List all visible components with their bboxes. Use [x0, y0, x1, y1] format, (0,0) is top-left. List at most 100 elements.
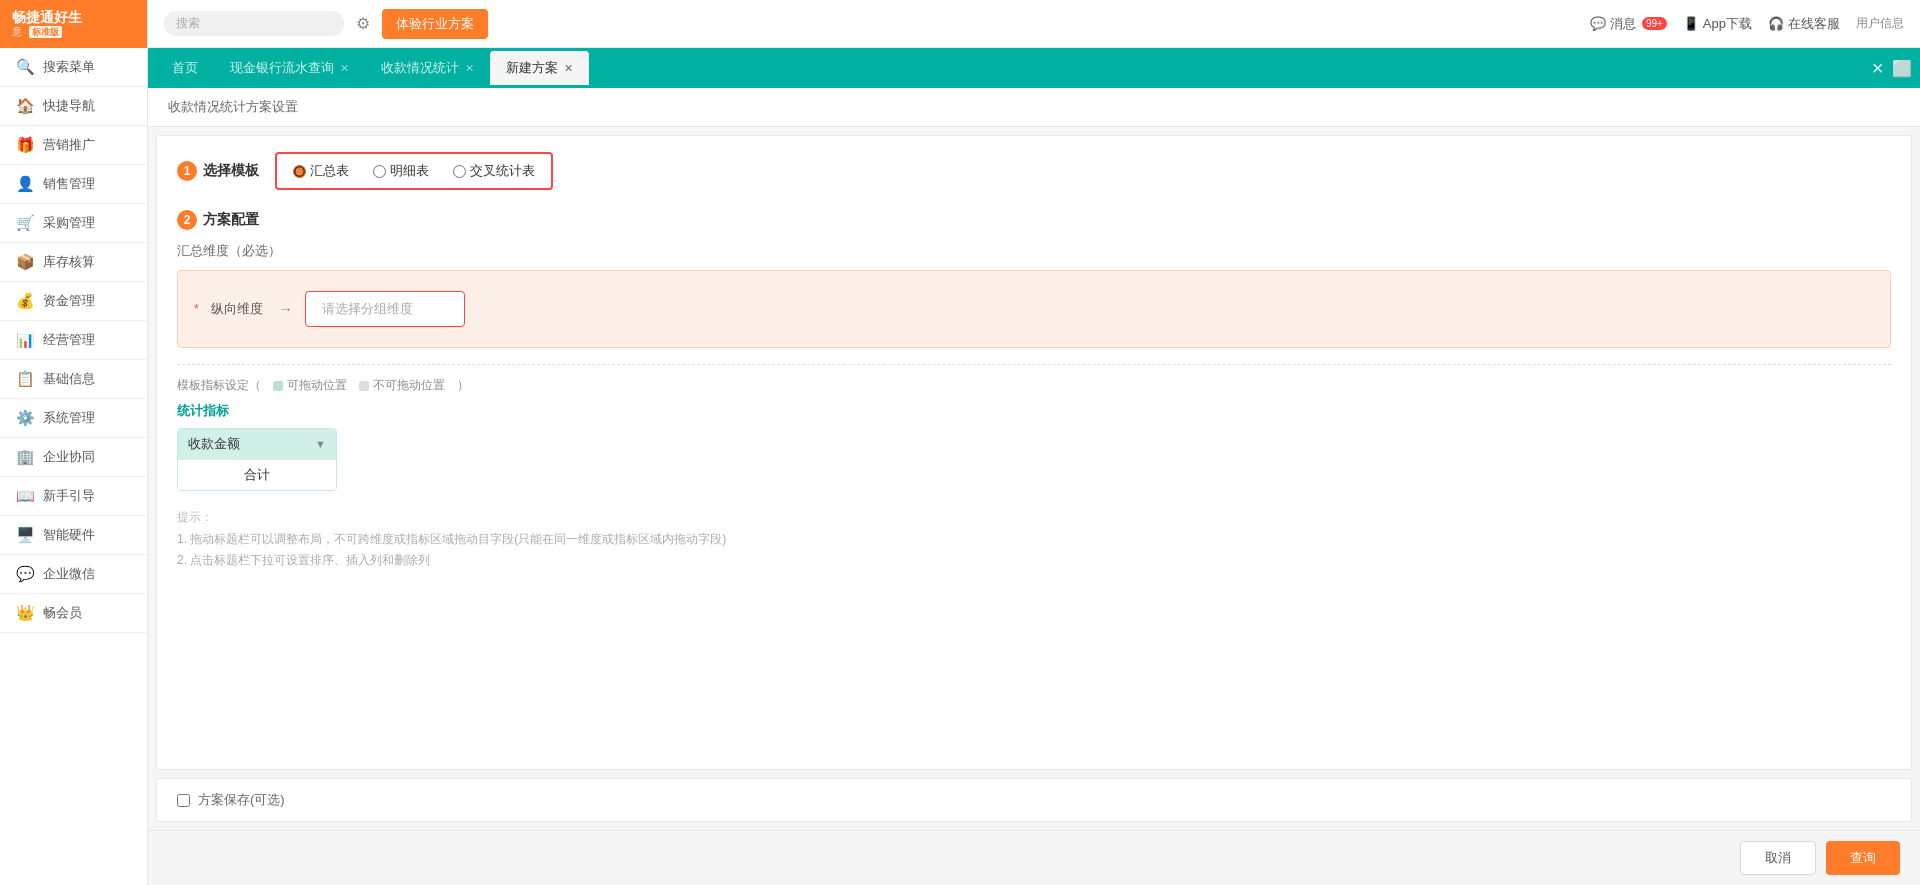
app-download-item[interactable]: 📱 App下载: [1683, 15, 1752, 33]
metrics-label: 统计指标: [177, 402, 1891, 420]
step2-num: 2: [177, 210, 197, 230]
finance-icon: 💰: [16, 292, 35, 310]
dimension-row: * 纵向维度 → 请选择分组维度: [194, 291, 1874, 327]
summary-dim-label: 汇总维度（必选）: [177, 242, 1891, 260]
sidebar-item-purchase[interactable]: 🛒 采购管理: [0, 204, 147, 243]
step2-section: 2 方案配置 汇总维度（必选） * 纵向维度 → 请选择分组维度: [177, 210, 1891, 572]
tab-collection-stat[interactable]: 收款情况统计 ✕: [365, 51, 490, 85]
radio-cross-input[interactable]: [453, 165, 466, 178]
maximize-icon[interactable]: ⬜: [1892, 59, 1912, 78]
system-icon: ⚙️: [16, 409, 35, 427]
topbar: 搜索 ⚙ 体验行业方案 💬 消息 99+ 📱 App下载 🎧 在线客服 用户信息: [148, 0, 1920, 48]
metrics-config-close: ）: [457, 377, 469, 394]
sidebar-item-inventory[interactable]: 📦 库存核算: [0, 243, 147, 282]
step1-header: 1 选择模板 汇总表 明细表 交叉统计表: [177, 152, 1891, 190]
save-label[interactable]: 方案保存(可选): [198, 791, 285, 809]
inventory-icon: 📦: [16, 253, 35, 271]
tab-home[interactable]: 首页: [156, 51, 214, 85]
tab-new-plan-close[interactable]: ✕: [564, 62, 573, 75]
main-area: 搜索 ⚙ 体验行业方案 💬 消息 99+ 📱 App下载 🎧 在线客服 用户信息: [148, 0, 1920, 885]
operations-icon: 📊: [16, 331, 35, 349]
legend-fixed: 不可拖动位置: [359, 377, 445, 394]
radio-cross[interactable]: 交叉统计表: [453, 162, 535, 180]
content-area: 收款情况统计方案设置 1 选择模板 汇总表 明细表: [148, 88, 1920, 885]
footer-bar: 取消 查询: [148, 830, 1920, 885]
topbar-left: 搜索 ⚙ 体验行业方案: [164, 9, 488, 39]
guide-icon: 📖: [16, 487, 35, 505]
tab-bank-flow-close[interactable]: ✕: [340, 62, 349, 75]
sidebar-item-operations[interactable]: 📊 经营管理: [0, 321, 147, 360]
sidebar-item-wechat[interactable]: 💬 企业微信: [0, 555, 147, 594]
radio-summary[interactable]: 汇总表: [293, 162, 349, 180]
tab-new-plan[interactable]: 新建方案 ✕: [490, 51, 589, 85]
radio-detail[interactable]: 明细表: [373, 162, 429, 180]
query-button[interactable]: 查询: [1826, 841, 1900, 875]
sidebar-item-member[interactable]: 👑 畅会员: [0, 594, 147, 633]
marketing-icon: 🎁: [16, 136, 35, 154]
sidebar-item-hardware[interactable]: 🖥️ 智能硬件: [0, 516, 147, 555]
metrics-config-label: 模板指标设定（: [177, 377, 261, 394]
sidebar: 畅捷通好生 意 标准版 🔍 搜索菜单 🏠 快捷导航 🎁 营销推广 👤 销售管理 …: [0, 0, 148, 885]
sidebar-item-enterprise[interactable]: 🏢 企业协同: [0, 438, 147, 477]
radio-summary-input[interactable]: [293, 165, 306, 178]
search-menu-icon: 🔍: [16, 58, 35, 76]
dimension-area: * 纵向维度 → 请选择分组维度: [177, 270, 1891, 348]
arrow-icon: →: [279, 301, 293, 317]
dropdown-icon[interactable]: ▼: [315, 438, 326, 450]
basic-info-icon: 📋: [16, 370, 35, 388]
sidebar-item-basic-info[interactable]: 📋 基础信息: [0, 360, 147, 399]
tabs-actions: ✕ ⬜: [1871, 59, 1912, 78]
metrics-table-row: 合计: [178, 459, 336, 490]
fixed-dot: [359, 381, 369, 391]
sidebar-item-marketing[interactable]: 🎁 营销推广: [0, 126, 147, 165]
radio-detail-input[interactable]: [373, 165, 386, 178]
sales-icon: 👤: [16, 175, 35, 193]
cancel-button[interactable]: 取消: [1740, 841, 1816, 875]
hint-line1: 1. 拖动标题栏可以调整布局，不可跨维度或指标区域拖动目字段(只能在同一维度或指…: [177, 529, 1891, 551]
sidebar-item-quick-nav[interactable]: 🏠 快捷导航: [0, 87, 147, 126]
step2-header: 2 方案配置: [177, 210, 1891, 230]
app-icon: 📱: [1683, 16, 1699, 31]
hints: 提示： 1. 拖动标题栏可以调整布局，不可跨维度或指标区域拖动目字段(只能在同一…: [177, 507, 1891, 572]
sidebar-item-sales[interactable]: 👤 销售管理: [0, 165, 147, 204]
save-checkbox[interactable]: [177, 794, 190, 807]
sidebar-logo: 畅捷通好生 意 标准版: [0, 0, 147, 48]
settings-icon[interactable]: ⚙: [356, 14, 370, 33]
close-window-icon[interactable]: ✕: [1871, 59, 1884, 78]
step2-title: 方案配置: [203, 211, 259, 229]
draggable-dot: [273, 381, 283, 391]
wechat-icon: 💬: [16, 565, 35, 583]
logo-text: 畅捷通好生: [12, 9, 82, 26]
sidebar-item-system[interactable]: ⚙️ 系统管理: [0, 399, 147, 438]
trial-btn[interactable]: 体验行业方案: [382, 9, 488, 39]
form-area: 1 选择模板 汇总表 明细表 交叉统计表: [156, 135, 1912, 770]
sidebar-item-guide[interactable]: 📖 新手引导: [0, 477, 147, 516]
step1-num: 1: [177, 161, 197, 181]
member-icon: 👑: [16, 604, 35, 622]
hints-title: 提示：: [177, 510, 213, 524]
messages-item[interactable]: 💬 消息 99+: [1590, 15, 1667, 33]
step1-title: 选择模板: [203, 162, 259, 180]
message-icon: 💬: [1590, 16, 1606, 31]
online-support-item[interactable]: 🎧 在线客服: [1768, 15, 1840, 33]
metrics-section: 模板指标设定（ 可拖动位置 不可拖动位置 ） 统计指标: [177, 364, 1891, 491]
dimension-select[interactable]: 请选择分组维度: [305, 291, 465, 327]
tab-bank-flow[interactable]: 现金银行流水查询 ✕: [214, 51, 365, 85]
metrics-table-header[interactable]: 收款金额 ▼: [178, 429, 336, 459]
logo-sub: 意 标准版: [12, 25, 82, 39]
sidebar-item-search-menu[interactable]: 🔍 搜索菜单: [0, 48, 147, 87]
tab-collection-stat-close[interactable]: ✕: [465, 62, 474, 75]
hint-line2: 2. 点击标题栏下拉可设置排序、插入列和删除列: [177, 550, 1891, 572]
purchase-icon: 🛒: [16, 214, 35, 232]
sidebar-item-finance[interactable]: 💰 资金管理: [0, 282, 147, 321]
page-title: 收款情况统计方案设置: [148, 88, 1920, 127]
template-box: 汇总表 明细表 交叉统计表: [275, 152, 553, 190]
search-box[interactable]: 搜索: [164, 11, 344, 36]
tabs-bar: 首页 现金银行流水查询 ✕ 收款情况统计 ✕ 新建方案 ✕ ✕ ⬜: [148, 48, 1920, 88]
config-section: 汇总维度（必选） * 纵向维度 → 请选择分组维度 模板指标设定（: [177, 242, 1891, 572]
legend-draggable: 可拖动位置: [273, 377, 347, 394]
message-badge: 99+: [1642, 17, 1667, 30]
user-info: 用户信息: [1856, 15, 1904, 32]
logo-badge: 标准版: [29, 26, 62, 38]
metrics-table: 收款金额 ▼ 合计: [177, 428, 337, 491]
